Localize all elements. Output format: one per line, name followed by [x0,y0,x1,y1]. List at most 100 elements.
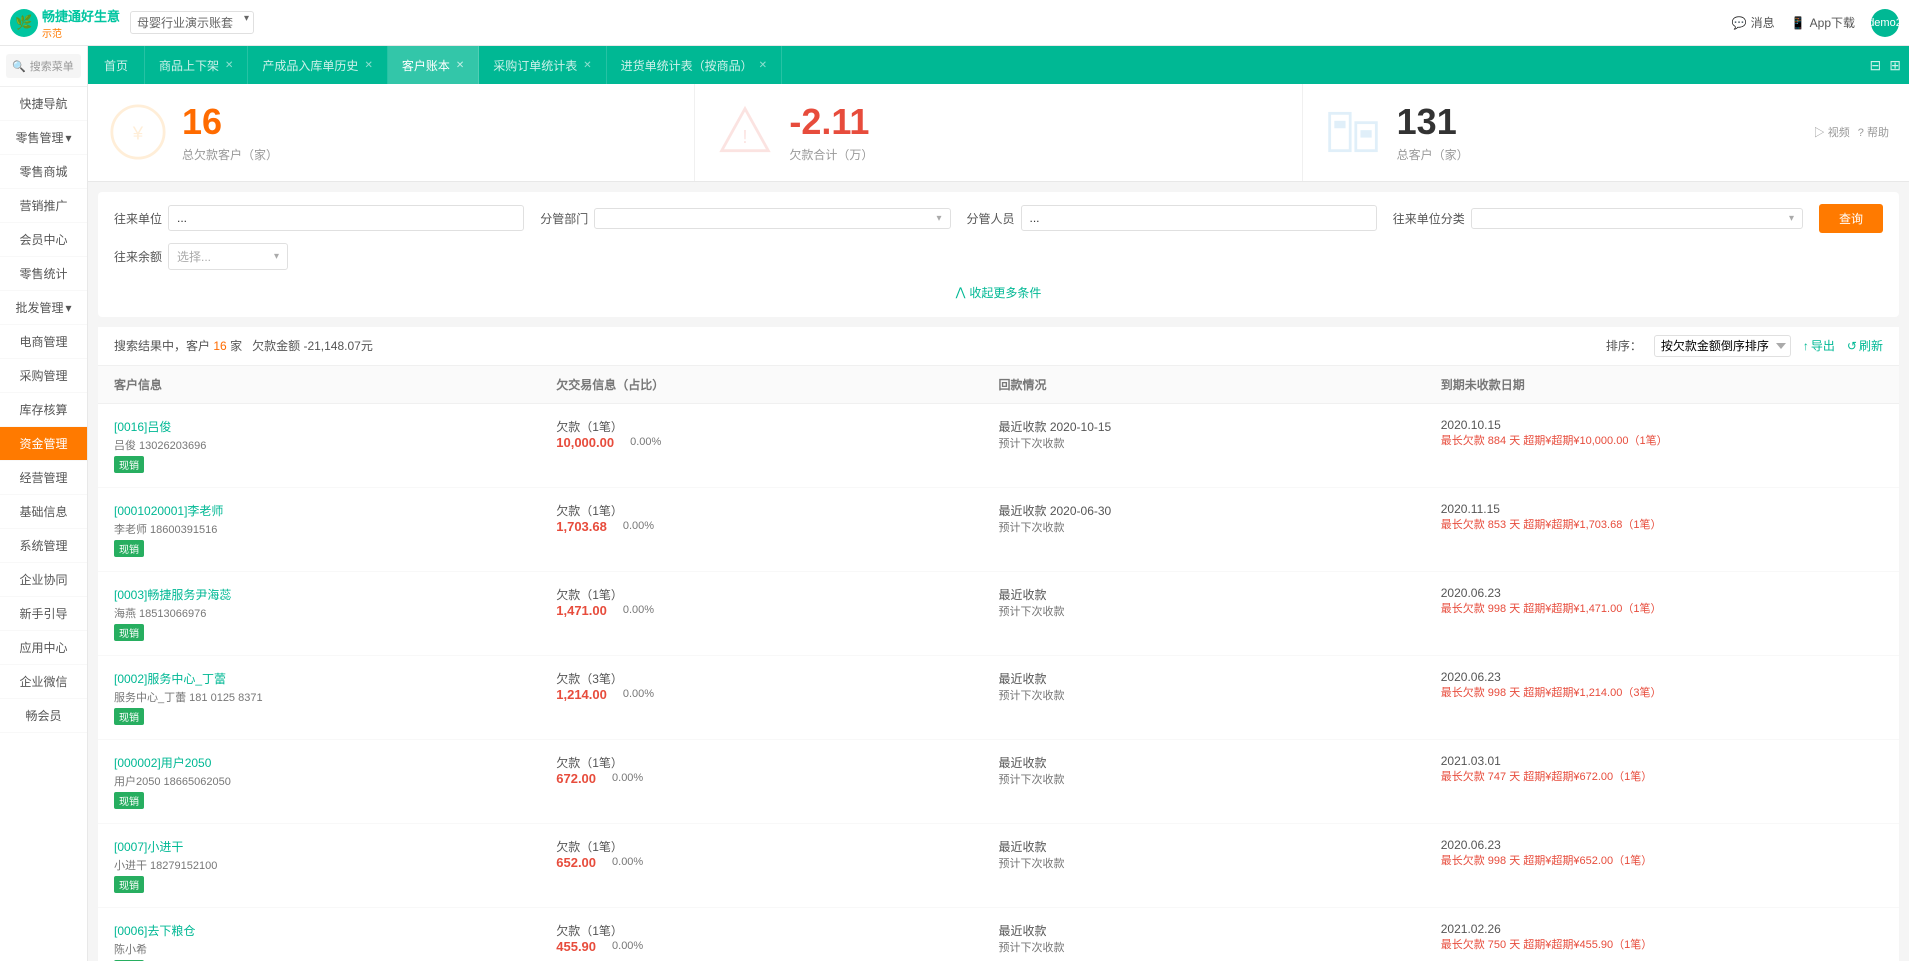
search-box[interactable]: 🔍 搜索菜单 [6,54,81,78]
customer-cell: [000002]用户2050 用户2050 18665062050 现销 [114,754,556,809]
sidebar-item-inventory-check[interactable]: 库存核算 [0,393,87,427]
overdue-link[interactable]: 超期¥超期¥10,000.00（1笔） [1523,435,1667,447]
sidebar-item-capital-mgmt[interactable]: 资金管理 [0,427,87,461]
sidebar-item-operation-mgmt[interactable]: 经营管理 [0,461,87,495]
overdue-link[interactable]: 超期¥超期¥1,471.00（1笔） [1523,603,1661,615]
customer-name-link[interactable]: [000002]用户2050 [114,756,211,770]
tab-home[interactable]: 首页 [88,46,145,84]
stat-info-total-debt: -2.11 欠款合计（万） [789,102,1281,163]
tab-inventory-stats[interactable]: 进货单统计表（按商品） ✕ [607,46,782,84]
export-label: 导出 [1811,337,1835,354]
app-download-button[interactable]: 📱 App下载 [1791,14,1855,31]
sidebar-item-new-guide[interactable]: 新手引导 [0,597,87,631]
tab-close-icon[interactable]: ✕ [456,60,464,71]
sidebar-item-enterprise-wechat[interactable]: 企业微信 [0,665,87,699]
debt-cell: 欠款（1笔） 1,471.00 0.00% [556,586,998,618]
tab-minimize-icon[interactable]: ⊟ [1870,57,1882,74]
results-actions: 排序： 按欠款金额倒序排序 ↑ 导出 ↺ 刷新 [1606,335,1883,357]
sidebar-item-app-center[interactable]: 应用中心 [0,631,87,665]
customer-sub: 小进干 18279152100 [114,857,556,873]
tab-production-history[interactable]: 产成品入库单历史 ✕ [248,46,387,84]
sidebar-item-retail-mall[interactable]: 零售商城 [0,155,87,189]
overdue-days: 最长欠款 998 天 超期¥超期¥1,214.00（3笔） [1441,684,1883,700]
sort-select[interactable]: 按欠款金额倒序排序 [1654,335,1791,357]
sidebar-item-retail-mgmt[interactable]: 零售管理 ▾ [0,121,87,155]
sidebar-item-retail-stats[interactable]: 零售统计 [0,257,87,291]
customer-name-link[interactable]: [0006]去下粮仓 [114,924,195,938]
sidebar-item-vip-member[interactable]: 畅会员 [0,699,87,733]
customer-name-link[interactable]: [0001020001]李老师 [114,504,223,518]
debt-cell: 欠款（1笔） 672.00 0.00% [556,754,998,786]
debt-cell: 欠款（1笔） 455.90 0.00% [556,922,998,954]
chevron-down-icon: ▾ [65,131,71,145]
sidebar-search[interactable]: 🔍 搜索菜单 [0,46,87,87]
customer-cell: [0001020001]李老师 李老师 18600391516 现销 [114,502,556,557]
debt-amount: 1,214.00 [556,687,607,702]
overdue-link[interactable]: 超期¥超期¥1,214.00（3笔） [1523,687,1661,699]
message-button[interactable]: 💬 消息 [1732,14,1775,31]
tab-close-icon[interactable]: ✕ [759,60,767,71]
sidebar-item-label: 批发管理 [15,299,63,316]
balance-select[interactable]: 选择... ▾ [168,243,288,270]
customer-name-link[interactable]: [0003]畅捷服务尹海蕊 [114,588,231,602]
avatar[interactable]: demo2 [1871,9,1899,37]
due-date: 2021.03.01 [1441,754,1883,768]
due-date: 2020.11.15 [1441,502,1883,516]
debt-amount: 10,000.00 [556,435,614,450]
tab-customer-account[interactable]: 客户账本 ✕ [388,46,479,84]
debt-percent: 0.00% [612,940,643,952]
tab-product-listing[interactable]: 商品上下架 ✕ [145,46,248,84]
sidebar-item-marketing[interactable]: 营销推广 [0,189,87,223]
overdue-link[interactable]: 超期¥超期¥455.90（1笔） [1523,939,1652,951]
export-button[interactable]: ↑ 导出 [1803,337,1835,354]
department-select[interactable]: ▾ [594,208,950,229]
sidebar-item-basic-info[interactable]: 基础信息 [0,495,87,529]
search-button[interactable]: 查询 [1819,204,1883,233]
collapse-button[interactable]: ⋀ 收起更多条件 [114,280,1883,305]
customer-name-link[interactable]: [0016]吕俊 [114,420,171,434]
last-payment: 最近收款 [999,670,1441,687]
video-button[interactable]: ▷ 视频 [1814,124,1850,140]
debt-percent: 0.00% [623,688,654,700]
tab-bar-actions: ⊟ ⊞ [1870,57,1909,74]
customer-name-link[interactable]: [0007]小进干 [114,840,183,854]
sidebar-item-enterprise-collab[interactable]: 企业协同 [0,563,87,597]
sidebar-item-purchase-mgmt[interactable]: 采购管理 [0,359,87,393]
due-date-cell: 2020.06.23 最长欠款 998 天 超期¥超期¥652.00（1笔） [1441,838,1883,868]
customer-name-link[interactable]: [0002]服务中心_丁蕾 [114,672,226,686]
sidebar-item-member-center[interactable]: 会员中心 [0,223,87,257]
sidebar-item-system-mgmt[interactable]: 系统管理 [0,529,87,563]
overdue-link[interactable]: 超期¥超期¥1,703.68（1笔） [1523,519,1661,531]
debt-cell: 欠款（1笔） 10,000.00 0.00% [556,418,998,450]
tab-close-icon[interactable]: ✕ [583,60,591,71]
unit-category-select[interactable]: ▾ [1471,208,1803,229]
results-bar: 搜索结果中，客户 16 家 欠款金额 -21,148.07元 排序： 按欠款金额… [98,327,1899,366]
due-date-cell: 2020.11.15 最长欠款 853 天 超期¥超期¥1,703.68（1笔） [1441,502,1883,532]
from-unit-input[interactable]: ... [168,205,524,231]
tab-close-icon[interactable]: ✕ [225,60,233,71]
table-row: [0001020001]李老师 李老师 18600391516 现销 欠款（1笔… [98,488,1899,572]
table-row: [0016]吕俊 吕俊 13026203696 现销 欠款（1笔） 10,000… [98,404,1899,488]
refresh-button[interactable]: ↺ 刷新 [1847,337,1883,354]
due-date-cell: 2020.06.23 最长欠款 998 天 超期¥超期¥1,214.00（3笔） [1441,670,1883,700]
sidebar-item-ecommerce-mgmt[interactable]: 电商管理 [0,325,87,359]
sidebar-item-quick-nav[interactable]: 快捷导航 [0,87,87,121]
manager-input[interactable]: ... [1021,205,1377,231]
stat-label-total-debt: 欠款合计（万） [789,146,1281,163]
refresh-icon: ↺ [1847,339,1857,353]
debt-percent: 0.00% [623,604,654,616]
industry-selector[interactable]: 母婴行业演示账套 [130,11,254,34]
tab-close-icon[interactable]: ✕ [364,60,372,71]
sidebar-item-distribution-mgmt[interactable]: 批发管理 ▾ [0,291,87,325]
tab-purchase-order[interactable]: 采购订单统计表 ✕ [479,46,606,84]
customer-cell: [0007]小进干 小进干 18279152100 现销 [114,838,556,893]
sidebar-item-label: 企业协同 [19,573,67,587]
results-customer-count: 16 [213,339,226,353]
help-button[interactable]: ? 帮助 [1858,124,1889,140]
logo[interactable]: 🌿 畅捷通好生意 示范 [10,6,120,40]
last-payment: 最近收款 2020-10-15 [999,418,1441,435]
overdue-link[interactable]: 超期¥超期¥672.00（1笔） [1523,771,1652,783]
sidebar-item-label: 畅会员 [25,709,61,723]
overdue-link[interactable]: 超期¥超期¥652.00（1笔） [1523,855,1652,867]
tab-expand-icon[interactable]: ⊞ [1889,57,1901,74]
